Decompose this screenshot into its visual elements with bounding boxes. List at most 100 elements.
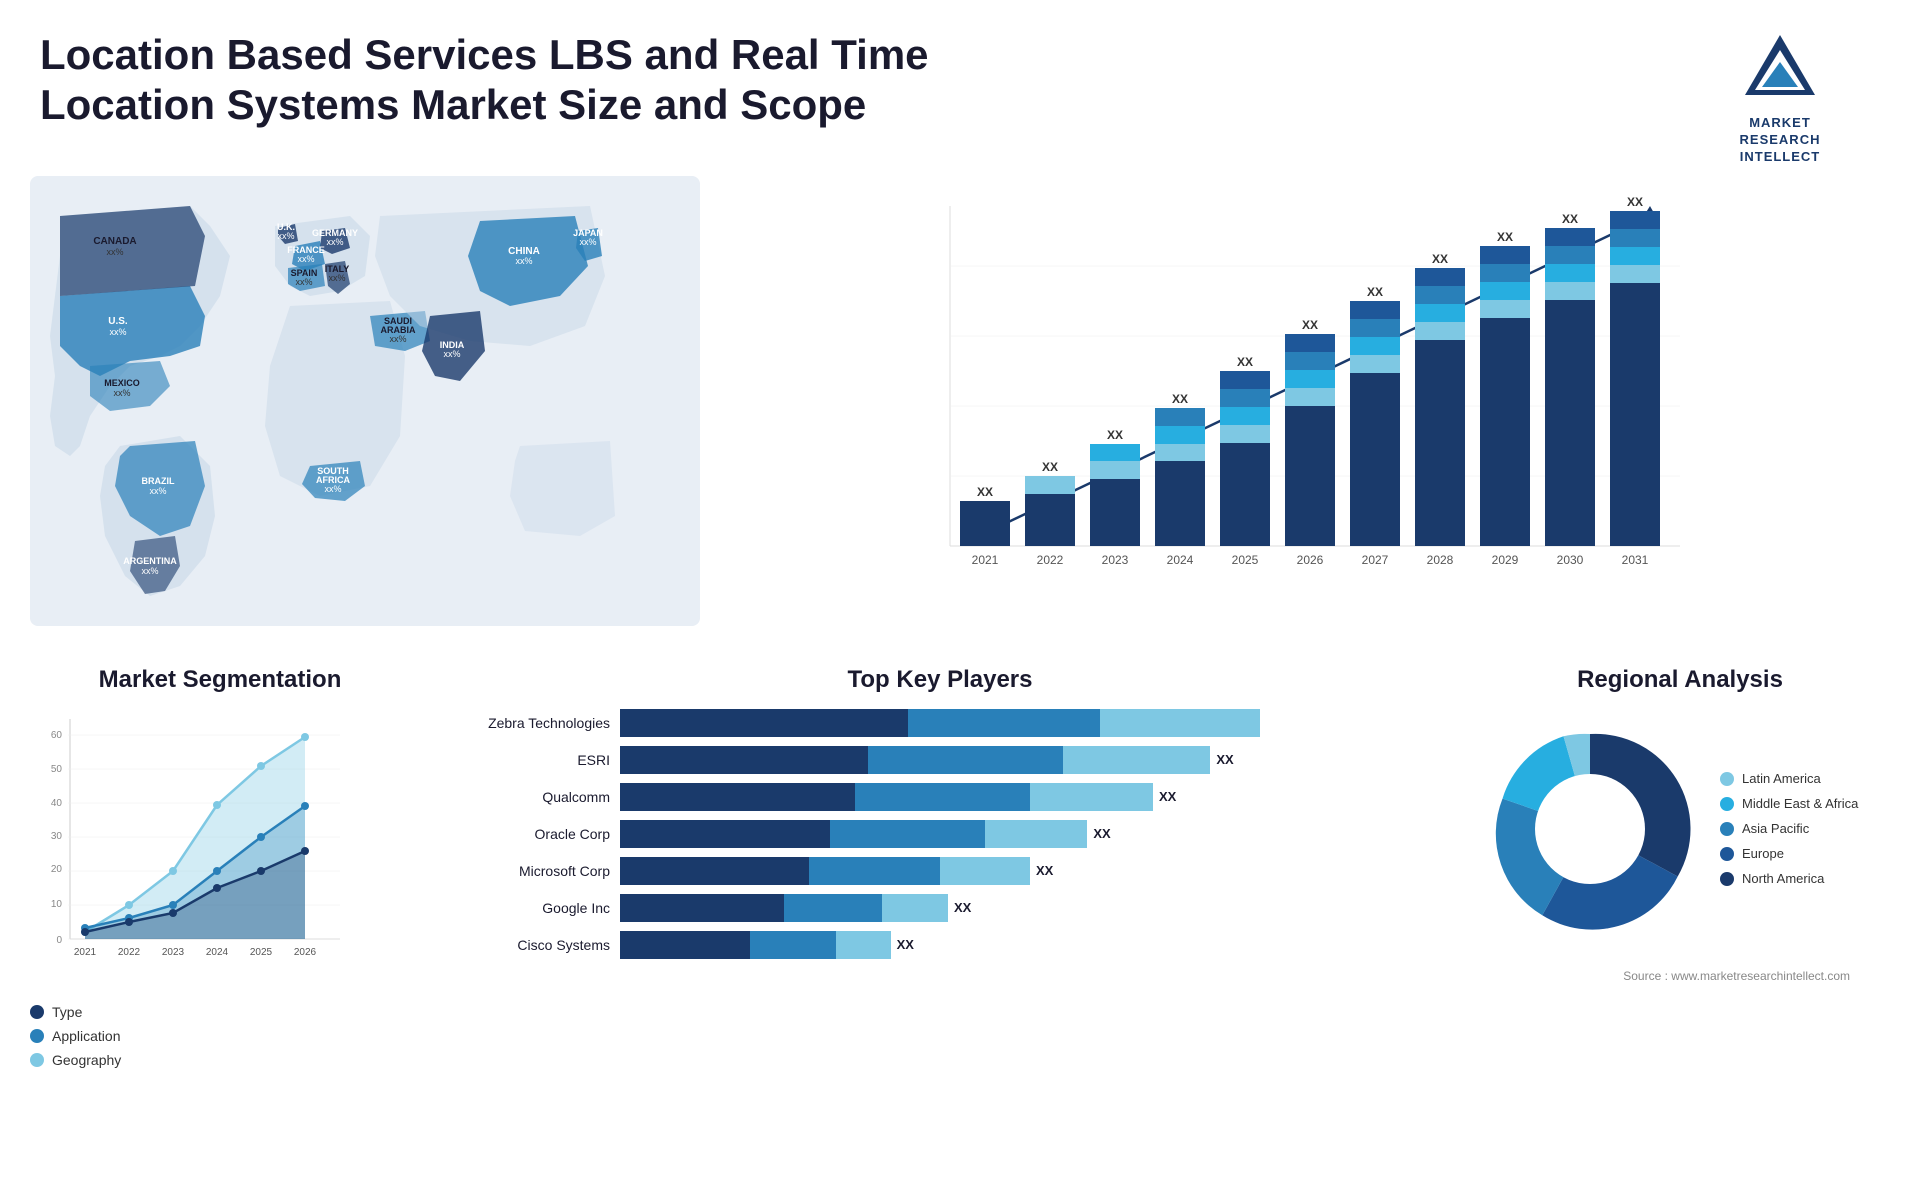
svg-text:XX: XX	[1497, 230, 1513, 244]
legend-type-label: Type	[52, 1004, 82, 1020]
svg-text:2026: 2026	[1297, 553, 1324, 567]
player-row-oracle: Oracle Corp XX	[440, 820, 1440, 848]
legend-middle-east-label: Middle East & Africa	[1742, 796, 1858, 811]
player-row-qualcomm: Qualcomm XX	[440, 783, 1440, 811]
regional-title: Regional Analysis	[1470, 666, 1890, 694]
player-name-esri: ESRI	[440, 752, 610, 768]
svg-text:2025: 2025	[1232, 553, 1259, 567]
player-row-cisco: Cisco Systems XX	[440, 931, 1440, 959]
svg-text:xx%: xx%	[141, 566, 158, 576]
bar-chart-section: XX XX XX XX XX	[710, 176, 1890, 656]
svg-text:2023: 2023	[1102, 553, 1129, 567]
svg-text:xx%: xx%	[389, 334, 406, 344]
svg-text:2030: 2030	[1557, 553, 1584, 567]
logo-icon	[1740, 30, 1820, 110]
svg-text:xx%: xx%	[106, 247, 123, 257]
svg-text:XX: XX	[1172, 392, 1188, 406]
legend-asia-pacific: Asia Pacific	[1720, 821, 1858, 836]
svg-text:xx%: xx%	[579, 237, 596, 247]
svg-text:XX: XX	[1042, 460, 1058, 474]
player-bar-oracle: XX	[620, 820, 1440, 848]
svg-text:XX: XX	[1237, 355, 1253, 369]
player-row-google: Google Inc XX	[440, 894, 1440, 922]
player-bar-xx-esri: XX	[1216, 752, 1233, 767]
svg-text:2024: 2024	[1167, 553, 1194, 567]
segmentation-legend: Type Application Geography	[30, 1004, 410, 1068]
svg-text:U.S.: U.S.	[108, 316, 128, 327]
svg-text:50: 50	[51, 764, 63, 775]
donut-container: Latin America Middle East & Africa Asia …	[1470, 709, 1890, 949]
svg-text:2029: 2029	[1492, 553, 1519, 567]
page-header: Location Based Services LBS and Real Tim…	[0, 0, 1920, 176]
player-bar-cisco: XX	[620, 931, 1440, 959]
svg-text:XX: XX	[1562, 212, 1578, 226]
logo-area: MARKETRESEARCHINTELLECT	[1680, 30, 1880, 166]
svg-text:xx%: xx%	[109, 327, 126, 337]
source-text: Source : www.marketresearchintellect.com	[1470, 969, 1890, 988]
regional-legend: Latin America Middle East & Africa Asia …	[1720, 771, 1858, 886]
legend-geography-label: Geography	[52, 1052, 121, 1068]
page-title: Location Based Services LBS and Real Tim…	[40, 30, 940, 131]
legend-latin-america-label: Latin America	[1742, 771, 1821, 786]
world-map: CANADA xx% U.S. xx% MEXICO xx% BRAZIL xx…	[30, 176, 700, 626]
svg-text:XX: XX	[1107, 428, 1123, 442]
svg-text:xx%: xx%	[277, 231, 294, 241]
legend-geography: Geography	[30, 1052, 410, 1068]
svg-text:2026: 2026	[294, 947, 317, 958]
svg-text:CANADA: CANADA	[93, 236, 136, 247]
legend-north-america-label: North America	[1742, 871, 1824, 886]
player-name-cisco: Cisco Systems	[440, 937, 610, 953]
svg-text:ARGENTINA: ARGENTINA	[123, 556, 177, 566]
donut-chart	[1480, 719, 1700, 939]
legend-europe: Europe	[1720, 846, 1858, 861]
player-bar-xx-microsoft: XX	[1036, 863, 1053, 878]
player-row-esri: ESRI XX	[440, 746, 1440, 774]
svg-text:XX: XX	[977, 485, 993, 499]
svg-text:XX: XX	[1627, 195, 1643, 209]
svg-text:2023: 2023	[162, 947, 185, 958]
legend-type-dot	[30, 1005, 44, 1019]
svg-text:BRAZIL: BRAZIL	[142, 476, 175, 486]
player-bar-xx-qualcomm: XX	[1159, 789, 1176, 804]
svg-text:xx%: xx%	[324, 484, 341, 494]
svg-text:MEXICO: MEXICO	[104, 378, 140, 388]
player-name-microsoft: Microsoft Corp	[440, 863, 610, 879]
player-name-qualcomm: Qualcomm	[440, 789, 610, 805]
segmentation-title: Market Segmentation	[30, 666, 410, 694]
legend-latin-america-dot	[1720, 772, 1734, 786]
svg-text:xx%: xx%	[328, 273, 345, 283]
svg-text:xx%: xx%	[113, 388, 130, 398]
svg-text:2025: 2025	[250, 947, 273, 958]
legend-type: Type	[30, 1004, 410, 1020]
key-players-section: Top Key Players Zebra Technologies ESRI	[410, 666, 1470, 1176]
legend-application: Application	[30, 1028, 410, 1044]
svg-text:20: 20	[51, 864, 63, 875]
top-section: CANADA xx% U.S. xx% MEXICO xx% BRAZIL xx…	[0, 176, 1920, 656]
player-bar-xx-google: XX	[954, 900, 971, 915]
legend-latin-america: Latin America	[1720, 771, 1858, 786]
svg-text:60: 60	[51, 730, 63, 741]
svg-text:2021: 2021	[972, 553, 999, 567]
player-bar-xx-oracle: XX	[1093, 826, 1110, 841]
regional-section: Regional Analysis	[1470, 666, 1890, 1176]
svg-text:40: 40	[51, 798, 63, 809]
legend-application-label: Application	[52, 1028, 121, 1044]
player-bar-google: XX	[620, 894, 1440, 922]
player-bar-esri: XX	[620, 746, 1440, 774]
svg-text:2031: 2031	[1622, 553, 1649, 567]
legend-asia-pacific-dot	[1720, 822, 1734, 836]
logo-text: MARKETRESEARCHINTELLECT	[1740, 115, 1821, 166]
svg-text:XX: XX	[1432, 252, 1448, 266]
svg-text:2022: 2022	[1037, 553, 1064, 567]
player-bar-xx-cisco: XX	[897, 937, 914, 952]
segmentation-section: Market Segmentation 0 10 20 30 40 50 60 …	[30, 666, 410, 1176]
segmentation-chart: 0 10 20 30 40 50 60 2021 2022 2023 2024 …	[30, 709, 370, 989]
svg-text:30: 30	[51, 831, 63, 842]
key-players-title: Top Key Players	[440, 666, 1440, 694]
svg-text:2027: 2027	[1362, 553, 1389, 567]
player-bar-qualcomm: XX	[620, 783, 1440, 811]
svg-text:0: 0	[56, 935, 62, 946]
svg-text:XX: XX	[1367, 285, 1383, 299]
svg-text:2021: 2021	[74, 947, 97, 958]
svg-text:2028: 2028	[1427, 553, 1454, 567]
